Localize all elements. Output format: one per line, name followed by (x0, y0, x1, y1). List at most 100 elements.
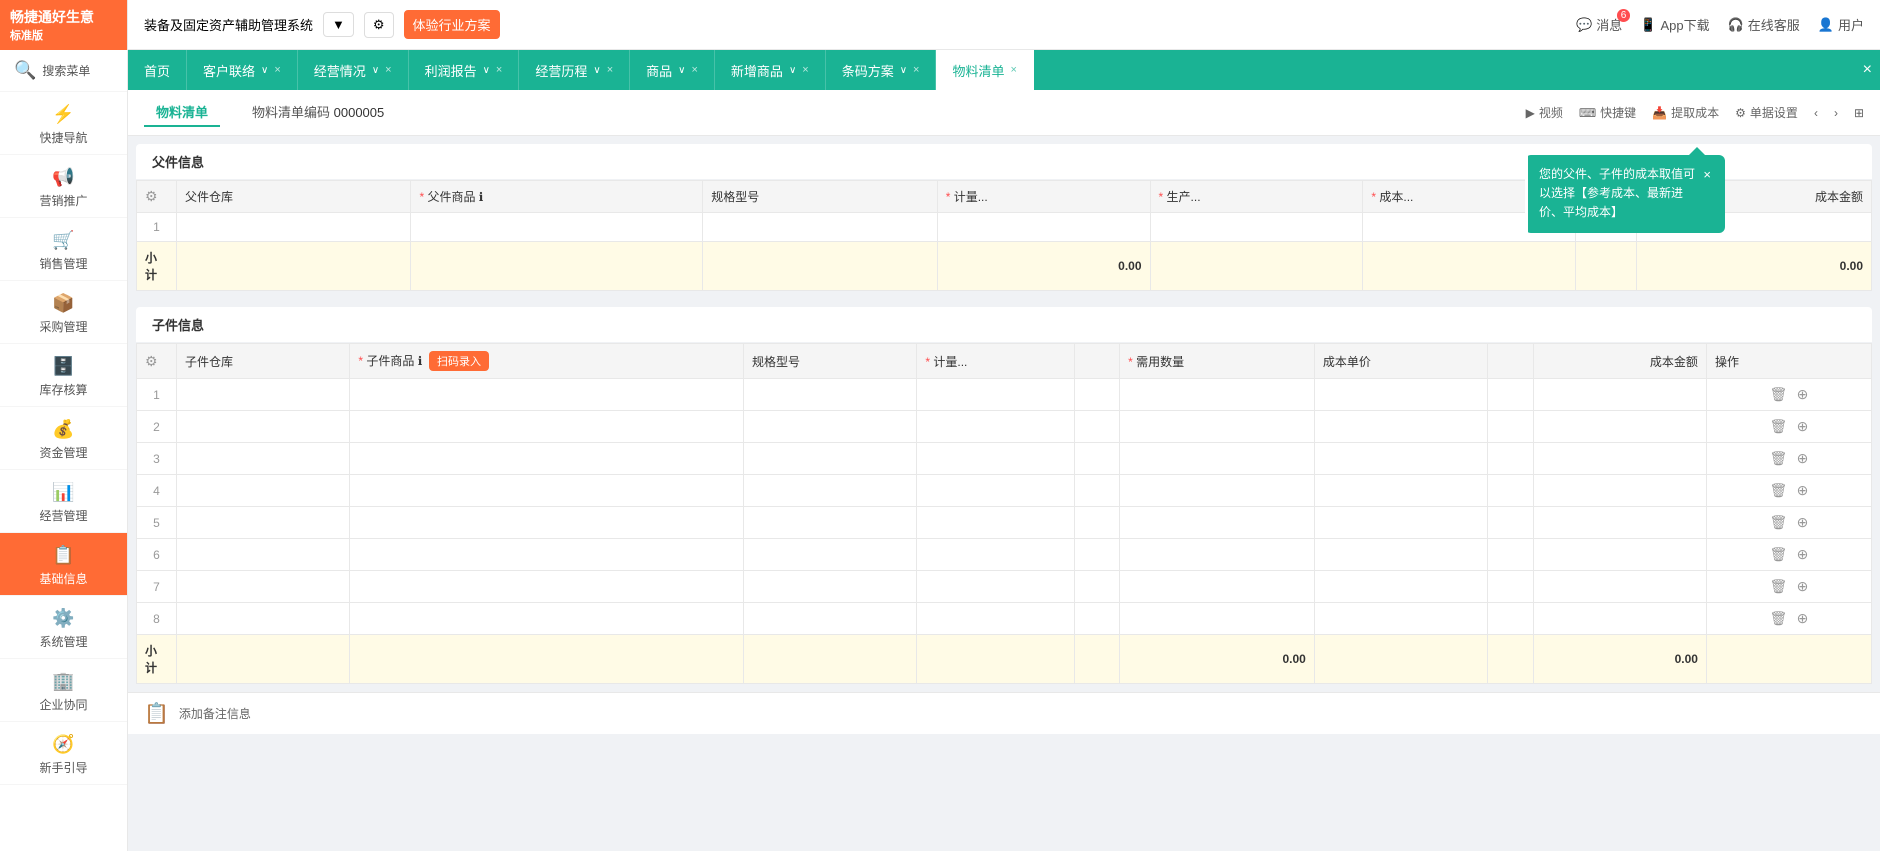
child-unit-7[interactable] (917, 571, 1074, 603)
child-unit-5[interactable] (917, 507, 1074, 539)
close-icon[interactable]: × (1011, 64, 1017, 76)
tab-profit-report[interactable]: 利润报告 ∨ × (409, 50, 520, 90)
close-icon[interactable]: × (802, 64, 808, 76)
tab-new-goods[interactable]: 新增商品 ∨ × (715, 50, 826, 90)
child-unit-1[interactable] (917, 379, 1074, 411)
close-icon[interactable]: × (607, 64, 613, 76)
child-warehouse-2[interactable] (177, 411, 350, 443)
copy-icon[interactable]: ⊕ (1797, 578, 1809, 594)
child-warehouse-6[interactable] (177, 539, 350, 571)
sidebar-item-guide[interactable]: 🧭 新手引导 (0, 722, 127, 785)
copy-icon[interactable]: ⊕ (1797, 514, 1809, 530)
child-unit-price-4[interactable] (1314, 475, 1487, 507)
delete-icon[interactable]: 🗑 (1770, 418, 1788, 434)
trial-btn[interactable]: 体验行业方案 (404, 10, 500, 39)
gear-icon[interactable]: ⚙ (145, 353, 158, 369)
message-btn[interactable]: 💬 消息 6 (1576, 15, 1622, 34)
child-qty-6[interactable] (1120, 539, 1315, 571)
close-icon[interactable]: × (913, 64, 919, 76)
child-unit-price-3[interactable] (1314, 443, 1487, 475)
sidebar-item-quick-nav[interactable]: ⚡ 快捷导航 (0, 92, 127, 155)
child-qty-4[interactable] (1120, 475, 1315, 507)
sidebar-item-marketing[interactable]: 📢 营销推广 (0, 155, 127, 218)
child-warehouse-4[interactable] (177, 475, 350, 507)
child-unit-price-6[interactable] (1314, 539, 1487, 571)
child-qty-1[interactable] (1120, 379, 1315, 411)
tab-barcode[interactable]: 条码方案 ∨ × (826, 50, 937, 90)
child-qty-2[interactable] (1120, 411, 1315, 443)
tab-operations-status[interactable]: 经营情况 ∨ × (298, 50, 409, 90)
view-btn[interactable]: ▶ 视频 (1526, 104, 1563, 121)
parent-unit-1[interactable] (937, 213, 1150, 242)
tab-biz-history[interactable]: 经营历程 ∨ × (519, 50, 630, 90)
delete-icon[interactable]: 🗑 (1770, 546, 1788, 562)
child-goods-8[interactable] (350, 603, 744, 635)
delete-icon[interactable]: 🗑 (1770, 610, 1788, 626)
child-spec-7[interactable] (743, 571, 916, 603)
child-qty-7[interactable] (1120, 571, 1315, 603)
extract-cost-btn[interactable]: 📥 提取成本 (1652, 104, 1719, 121)
settings-btn[interactable]: ⚙ (364, 12, 394, 38)
parent-goods-1[interactable] (411, 213, 703, 242)
user-btn[interactable]: 👤 用户 (1818, 15, 1864, 34)
delete-icon[interactable]: 🗑 (1770, 386, 1788, 402)
child-spec-4[interactable] (743, 475, 916, 507)
tab-customer[interactable]: 客户联络 ∨ × (187, 50, 298, 90)
child-warehouse-7[interactable] (177, 571, 350, 603)
sidebar-item-sales[interactable]: 🛒 销售管理 (0, 218, 127, 281)
child-goods-5[interactable] (350, 507, 744, 539)
child-spec-3[interactable] (743, 443, 916, 475)
child-spec-2[interactable] (743, 411, 916, 443)
child-qty-5[interactable] (1120, 507, 1315, 539)
sidebar-item-search[interactable]: 🔍 搜索菜单 (0, 50, 127, 92)
tab-bom[interactable]: 物料清单 × (936, 50, 1033, 90)
tab-goods[interactable]: 商品 ∨ × (630, 50, 715, 90)
online-service-btn[interactable]: 🎧 在线客服 (1728, 15, 1800, 34)
child-warehouse-1[interactable] (177, 379, 350, 411)
tooltip-close-btn[interactable]: × (1703, 165, 1711, 186)
child-spec-8[interactable] (743, 603, 916, 635)
child-unit-price-5[interactable] (1314, 507, 1487, 539)
nav-prev-icon[interactable]: ‹ (1814, 106, 1818, 120)
child-spec-1[interactable] (743, 379, 916, 411)
shortcut-btn[interactable]: ⌨ 快捷键 (1579, 104, 1636, 121)
child-unit-4[interactable] (917, 475, 1074, 507)
child-goods-1[interactable] (350, 379, 744, 411)
copy-icon[interactable]: ⊕ (1797, 546, 1809, 562)
child-qty-8[interactable] (1120, 603, 1315, 635)
single-settings-btn[interactable]: ⚙ 单据设置 (1735, 104, 1798, 121)
close-icon[interactable]: × (385, 64, 391, 76)
parent-spec-1[interactable] (703, 213, 937, 242)
tab-home[interactable]: 首页 (128, 50, 187, 90)
child-goods-3[interactable] (350, 443, 744, 475)
child-unit-3[interactable] (917, 443, 1074, 475)
child-unit-price-8[interactable] (1314, 603, 1487, 635)
expand-icon[interactable]: ⊞ (1854, 106, 1864, 120)
delete-icon[interactable]: 🗑 (1770, 578, 1788, 594)
sub-tab-bom[interactable]: 物料清单 (144, 98, 220, 127)
child-unit-6[interactable] (917, 539, 1074, 571)
close-icon[interactable]: × (274, 64, 280, 76)
nav-more-btn[interactable]: × (1863, 61, 1880, 79)
dropdown-btn[interactable]: ▼ (323, 12, 354, 37)
copy-icon[interactable]: ⊕ (1797, 386, 1809, 402)
delete-icon[interactable]: 🗑 (1770, 482, 1788, 498)
notes-icon[interactable]: 📋 (144, 701, 169, 726)
copy-icon[interactable]: ⊕ (1797, 450, 1809, 466)
sidebar-item-finance[interactable]: 💰 资金管理 (0, 407, 127, 470)
child-goods-6[interactable] (350, 539, 744, 571)
sidebar-item-inventory[interactable]: 🗄️ 库存核算 (0, 344, 127, 407)
close-icon[interactable]: × (496, 64, 502, 76)
child-spec-6[interactable] (743, 539, 916, 571)
nav-next-icon[interactable]: › (1834, 106, 1838, 120)
delete-icon[interactable]: 🗑 (1770, 450, 1788, 466)
child-goods-7[interactable] (350, 571, 744, 603)
sidebar-item-purchase[interactable]: 📦 采购管理 (0, 281, 127, 344)
child-qty-3[interactable] (1120, 443, 1315, 475)
parent-production-1[interactable] (1150, 213, 1363, 242)
app-download-btn[interactable]: 📱 App下载 (1640, 15, 1709, 34)
child-warehouse-5[interactable] (177, 507, 350, 539)
sidebar-item-operations[interactable]: 📊 经营管理 (0, 470, 127, 533)
copy-icon[interactable]: ⊕ (1797, 610, 1809, 626)
child-unit-8[interactable] (917, 603, 1074, 635)
